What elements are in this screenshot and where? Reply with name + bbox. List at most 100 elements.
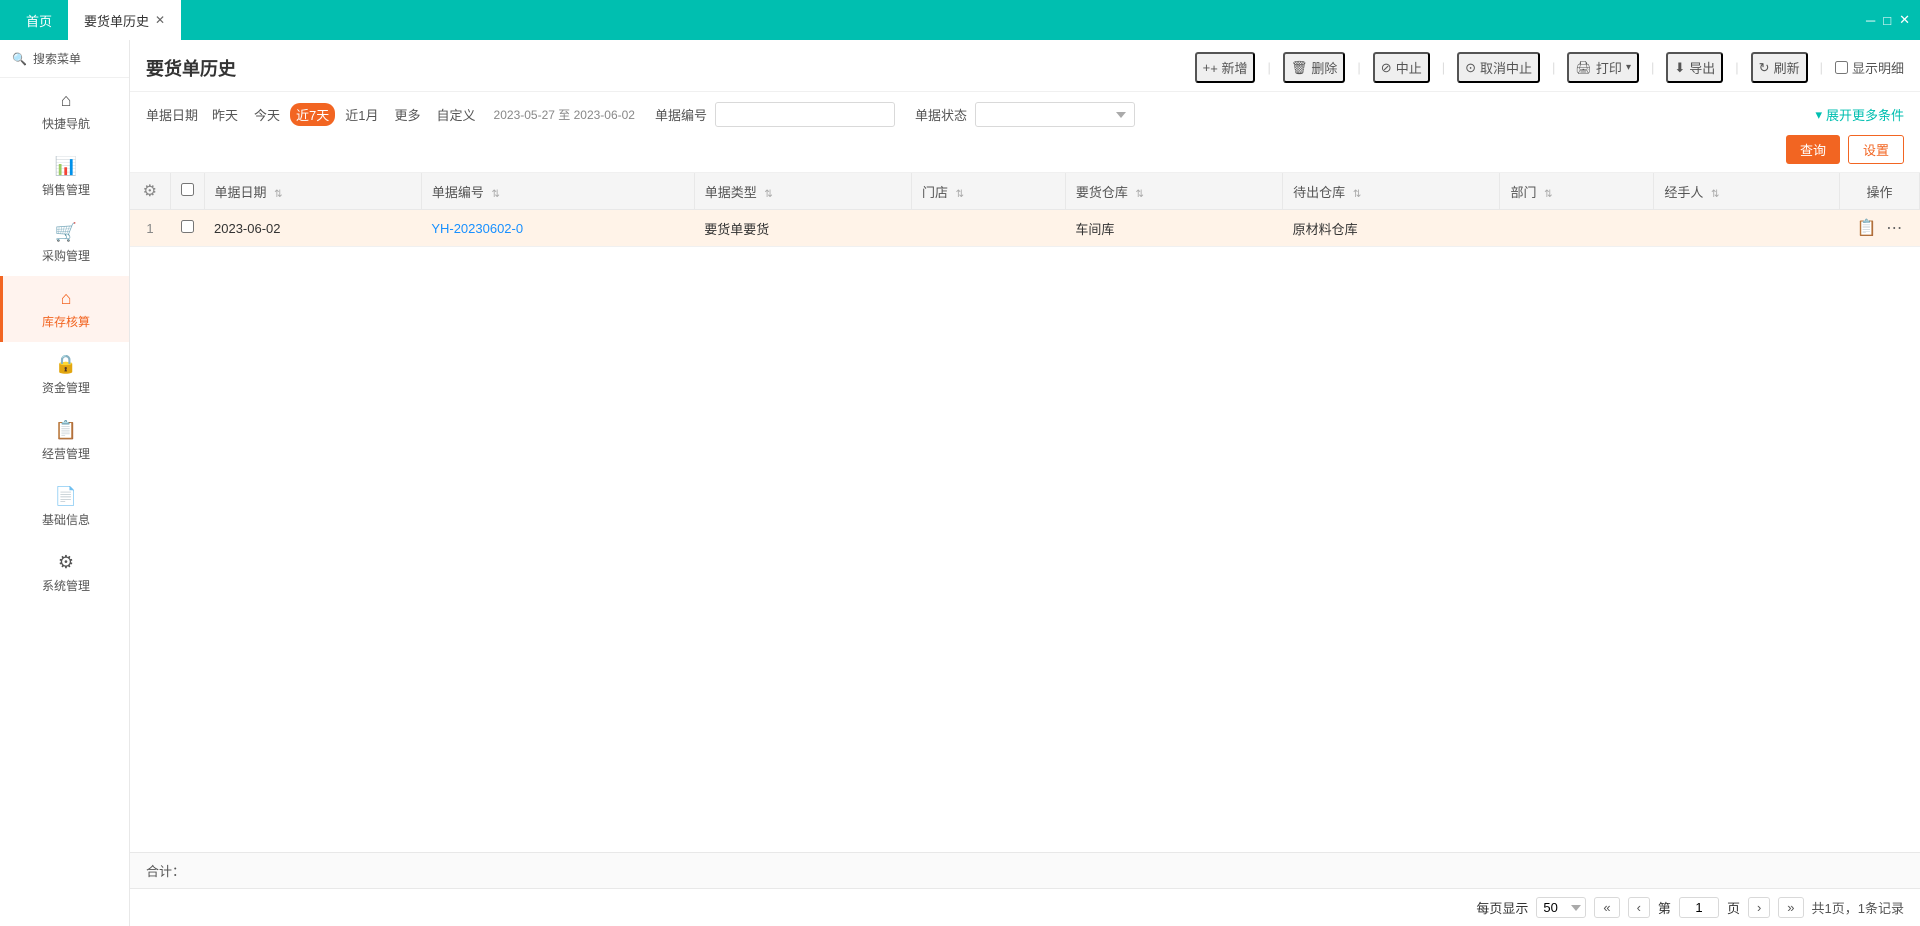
date-option-yesterday[interactable]: 昨天 (206, 103, 244, 126)
close-icon[interactable]: ✕ (1899, 12, 1910, 28)
tab-home[interactable]: 首页 (10, 0, 68, 40)
first-page-button[interactable]: « (1594, 897, 1619, 918)
minimize-icon[interactable]: ─ (1866, 13, 1875, 28)
sidebar-item-label: 采购管理 (42, 247, 90, 264)
table-header-row: ⚙ 单据日期 ⇅ 单据编号 ⇅ (130, 173, 1920, 210)
select-all-checkbox[interactable] (181, 183, 194, 196)
summary-label: 合计： (146, 861, 185, 880)
top-bar: 首页 要货单历史 ✕ ─ □ ✕ (0, 0, 1920, 40)
sidebar-item-basic-info[interactable]: 📄 基础信息 (0, 474, 129, 540)
col-checkbox (170, 173, 204, 210)
sidebar-item-inventory[interactable]: ⌂ 库存核算 (0, 276, 129, 342)
date-option-custom[interactable]: 自定义 (431, 103, 482, 126)
row-actions: 📋 ⋯ (1840, 210, 1920, 247)
expand-icon: ▾ (1815, 107, 1822, 123)
doc-number-input[interactable] (715, 102, 895, 127)
cancel-suspend-button[interactable]: ⊙ 取消中止 (1457, 52, 1540, 83)
doc-number-label: 单据编号 (655, 105, 707, 124)
new-button[interactable]: + + 新增 (1195, 52, 1256, 83)
sort-icon: ⇅ (764, 189, 772, 200)
row-num: 1 (130, 210, 170, 247)
sort-icon: ⇅ (1711, 189, 1719, 200)
table-area: ⚙ 单据日期 ⇅ 单据编号 ⇅ (130, 173, 1920, 852)
sidebar-item-label: 库存核算 (42, 313, 90, 330)
row-checkbox-cell (170, 210, 204, 247)
expand-more-button[interactable]: ▾ 展开更多条件 (1815, 105, 1904, 124)
print-dropdown-icon: ▾ (1626, 62, 1631, 73)
date-option-7days[interactable]: 近7天 (290, 103, 335, 126)
date-option-1month[interactable]: 近1月 (339, 103, 384, 126)
col-handler: 经手人 ⇅ (1654, 173, 1840, 210)
row-department (1500, 210, 1654, 247)
page-number-input[interactable] (1679, 897, 1719, 918)
prev-page-button[interactable]: ‹ (1628, 897, 1650, 918)
tab-requisition-label: 要货单历史 (84, 11, 149, 30)
edit-icon[interactable]: 📋 (1857, 220, 1877, 237)
doc-status-filter: 单据状态 (915, 102, 1135, 127)
delete-button[interactable]: 🗑 删除 (1283, 52, 1346, 83)
sidebar-item-system[interactable]: ⚙ 系统管理 (0, 540, 129, 606)
total-info: 共1页，1条记录 (1812, 898, 1904, 917)
filter-actions: 查询 设置 (146, 135, 1904, 164)
col-department: 部门 ⇅ (1500, 173, 1654, 210)
tab-home-label: 首页 (26, 11, 52, 30)
sidebar-item-finance[interactable]: 🔒 资金管理 (0, 342, 129, 408)
display-detail-toggle[interactable]: 显示明细 (1835, 58, 1904, 77)
sales-icon: 📊 (55, 156, 77, 177)
page-size-select[interactable]: 50 10 20 100 (1536, 897, 1586, 918)
date-option-today[interactable]: 今天 (248, 103, 286, 126)
doc-number-filter: 单据编号 (655, 102, 895, 127)
col-req-warehouse: 要货仓库 ⇅ (1065, 173, 1282, 210)
sidebar-item-purchase[interactable]: 🛒 采购管理 (0, 210, 129, 276)
refresh-button[interactable]: ↻ 刷新 (1751, 52, 1808, 83)
header-actions: + + 新增 | 🗑 删除 | ⊘ 中止 | ⊙ 取消中止 | (1195, 52, 1904, 83)
sidebar-item-quick-nav[interactable]: ⌂ 快捷导航 (0, 78, 129, 144)
doc-number-link[interactable]: YH-20230602-0 (431, 221, 523, 236)
col-pending-warehouse: 待出仓库 ⇅ (1283, 173, 1500, 210)
table-settings-icon[interactable]: ⚙ (143, 183, 157, 200)
date-options: 昨天 今天 近7天 近1月 更多 自定义 (206, 103, 482, 126)
col-store: 门店 ⇅ (912, 173, 1066, 210)
date-option-more[interactable]: 更多 (389, 103, 427, 126)
sidebar-item-label: 资金管理 (42, 379, 90, 396)
sidebar-item-label: 销售管理 (42, 181, 90, 198)
col-doc-number: 单据编号 ⇅ (421, 173, 694, 210)
sidebar-item-label: 系统管理 (42, 577, 90, 594)
col-date: 单据日期 ⇅ (204, 173, 421, 210)
table-footer: 合计： (130, 852, 1920, 888)
date-filter-label: 单据日期 (146, 105, 198, 124)
doc-status-select[interactable] (975, 102, 1135, 127)
sidebar-item-sales[interactable]: 📊 销售管理 (0, 144, 129, 210)
sidebar-item-operations[interactable]: 📋 经营管理 (0, 408, 129, 474)
pagination: 每页显示 50 10 20 100 « ‹ 第 页 › » 共1页，1条记录 (130, 888, 1920, 926)
query-button[interactable]: 查询 (1786, 135, 1840, 164)
main-content: 要货单历史 + + 新增 | 🗑 删除 | ⊘ 中止 | ⊙ (130, 40, 1920, 926)
operations-icon: 📋 (55, 420, 77, 441)
home-icon: ⌂ (61, 90, 72, 111)
export-button[interactable]: ⬇ 导出 (1666, 52, 1723, 83)
inventory-icon: ⌂ (61, 288, 72, 309)
purchase-icon: 🛒 (55, 222, 77, 243)
date-range-display: 2023-05-27 至 2023-06-02 (494, 106, 635, 123)
print-icon: 🖨 (1575, 60, 1592, 76)
page-label: 页 (1727, 898, 1740, 917)
tab-close-icon[interactable]: ✕ (155, 13, 165, 27)
display-detail-checkbox[interactable] (1835, 61, 1848, 74)
filter-area: 单据日期 昨天 今天 近7天 近1月 更多 自定义 2023-05-27 至 2… (130, 92, 1920, 173)
last-page-button[interactable]: » (1778, 897, 1803, 918)
row-checkbox[interactable] (181, 220, 194, 233)
settings-button[interactable]: 设置 (1848, 135, 1904, 164)
suspend-button[interactable]: ⊘ 中止 (1373, 52, 1430, 83)
maximize-icon[interactable]: □ (1883, 13, 1891, 28)
col-actions: 操作 (1840, 173, 1920, 210)
more-icon[interactable]: ⋯ (1886, 220, 1902, 237)
tab-requisition-history[interactable]: 要货单历史 ✕ (68, 0, 181, 40)
sidebar-search[interactable]: 🔍 搜索菜单 (0, 40, 129, 78)
next-page-button[interactable]: › (1748, 897, 1770, 918)
sort-icon: ⇅ (491, 189, 499, 200)
search-icon: 🔍 (12, 52, 27, 66)
export-icon: ⬇ (1674, 60, 1685, 76)
print-button[interactable]: 🖨 打印 ▾ (1567, 52, 1639, 83)
row-handler (1654, 210, 1840, 247)
sort-icon: ⇅ (1353, 189, 1361, 200)
